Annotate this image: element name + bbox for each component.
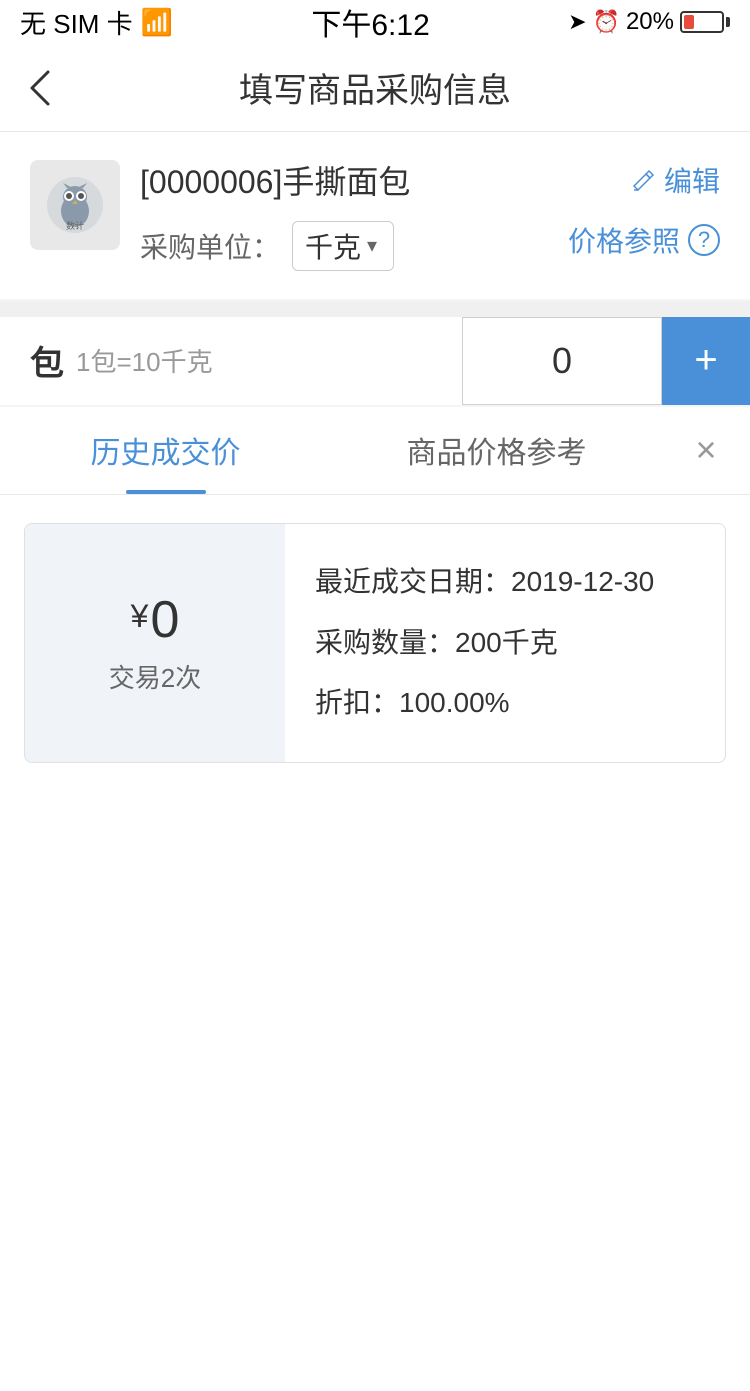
tab-active-indicator [126,490,206,494]
battery-icon [680,11,730,33]
tab-historical-price-label: 历史成交价 [91,428,241,472]
price-card-left: ¥ 0 交易2次 [25,524,285,762]
price-reference-button[interactable]: 价格参照 ? [568,220,720,260]
edit-icon [630,166,658,194]
tab-content: ¥ 0 交易2次 最近成交日期：2019-12-30 采购数量：200千克 折扣… [0,495,750,791]
tab-close-button[interactable]: × [662,406,750,494]
price-ref-label: 价格参照 [568,220,680,260]
edit-button[interactable]: 编辑 [630,160,720,200]
product-thumbnail: 数计 [30,160,120,250]
bottom-area [0,791,750,1391]
product-name: [0000006]手撕面包 [140,160,410,205]
price-ref-question-icon: ? [688,224,720,256]
edit-label: 编辑 [664,160,720,200]
discount-label: 折扣： [315,687,399,718]
price-amount: ¥ 0 [131,590,180,650]
section-divider [0,301,750,317]
alarm-icon: ⏰ [593,9,620,35]
price-value: 0 [150,590,179,650]
product-section: 数计 [0000006]手撕面包 采购单位： 千克 ▾ [0,132,750,299]
unit-select[interactable]: 千克 ▾ [292,221,394,271]
quantity-conversion: 1包=10千克 [76,342,213,379]
quantity-value: 0 [552,340,572,382]
quantity-input[interactable]: 0 [462,317,662,405]
close-icon: × [695,429,716,471]
wifi-icon: 📶 [141,7,173,38]
recent-date-value: 2019-12-30 [511,566,654,597]
recent-date-label: 最近成交日期： [315,566,511,597]
location-icon: ➤ [568,9,586,35]
quantity-left: 包 1包=10千克 [0,336,213,385]
status-time: 下午6:12 [311,0,429,44]
purchase-qty-label: 采购数量： [315,627,455,658]
owl-logo-icon: 数计 [45,175,105,235]
quantity-unit-badge: 包 [30,336,64,385]
status-right: ➤ ⏰ 20% [568,8,730,36]
price-transactions: 交易2次 [109,658,201,695]
back-button[interactable] [28,68,52,108]
page-title: 填写商品采购信息 [239,63,511,112]
status-bar: 无 SIM 卡 📶 下午6:12 ➤ ⏰ 20% [0,0,750,44]
unit-value: 千克 [305,226,361,266]
battery-percent: 20% [626,8,674,36]
discount-value: 100.00% [399,687,510,718]
quantity-section: 包 1包=10千克 0 + [0,317,750,405]
tabs-header: 历史成交价 商品价格参考 × [0,407,750,495]
status-left: 无 SIM 卡 📶 [20,4,173,41]
nav-bar: 填写商品采购信息 [0,44,750,132]
quantity-plus-button[interactable]: + [662,317,750,405]
price-currency-symbol: ¥ [131,598,149,635]
unit-label: 采购单位： [140,226,280,266]
tabs-section: 历史成交价 商品价格参考 × ¥ 0 交易2次 最近成交日期：2019-12-3… [0,407,750,791]
unit-select-arrow-icon: ▾ [367,233,377,258]
sim-status: 无 SIM 卡 [20,4,133,41]
tab-historical-price[interactable]: 历史成交价 [0,406,331,494]
plus-icon: + [694,338,717,383]
purchase-qty-value: 200千克 [455,627,558,658]
svg-text:数计: 数计 [66,220,84,231]
quantity-right: 0 + [462,317,750,405]
price-card: ¥ 0 交易2次 最近成交日期：2019-12-30 采购数量：200千克 折扣… [24,523,726,763]
price-card-right: 最近成交日期：2019-12-30 采购数量：200千克 折扣：100.00% [285,524,725,762]
purchase-qty-row: 采购数量：200千克 [315,621,695,666]
product-info: [0000006]手撕面包 采购单位： 千克 ▾ [140,160,410,271]
tab-product-price-reference[interactable]: 商品价格参考 [331,406,662,494]
recent-date-row: 最近成交日期：2019-12-30 [315,560,695,605]
discount-row: 折扣：100.00% [315,681,695,726]
tab-price-reference-label: 商品价格参考 [407,428,587,472]
